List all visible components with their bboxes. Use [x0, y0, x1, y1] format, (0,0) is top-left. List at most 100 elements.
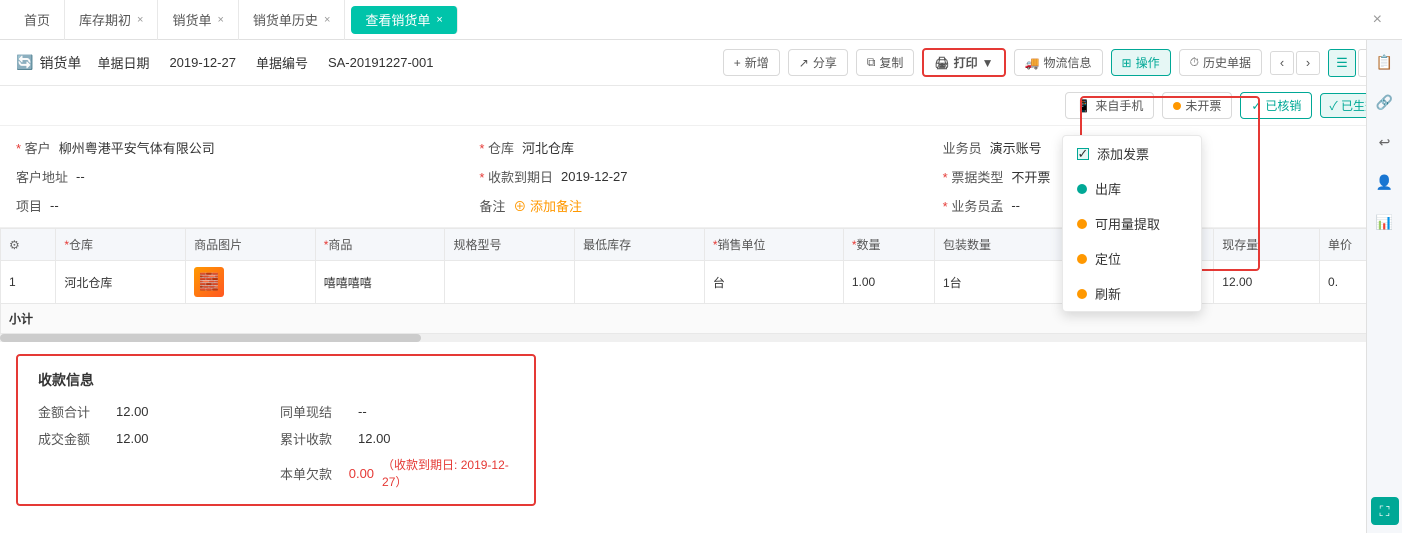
- sidebar-icon-1[interactable]: 📋: [1371, 48, 1399, 76]
- sidebar-icon-5[interactable]: 📊: [1371, 208, 1399, 236]
- confirm-label: 已核销: [1265, 97, 1301, 114]
- row-quantity: 1.00: [843, 261, 934, 304]
- print-label: 打印: [954, 54, 978, 71]
- tab-history-label: 销货单历史: [253, 10, 318, 29]
- transaction-label: 成交金额: [38, 429, 108, 448]
- not-open-label: 未开票: [1185, 97, 1221, 114]
- cumulative-value: 12.00: [358, 431, 391, 446]
- tab-sales-label: 销货单: [172, 10, 211, 29]
- salesperson-label: 业务员孟: [943, 196, 1004, 215]
- right-sidebar: 📋 🔗 ↩ 👤 📊 ⛶: [1366, 40, 1402, 533]
- col-stock-label: 现存量: [1222, 238, 1258, 252]
- col-unit: *销售单位: [704, 229, 843, 261]
- settings-icon[interactable]: ⚙: [9, 238, 20, 252]
- payment-left: 金额合计 12.00 成交金额 12.00: [38, 402, 272, 490]
- history-label: 历史单据: [1203, 54, 1251, 71]
- window-close-button[interactable]: ×: [1363, 11, 1392, 29]
- fullscreen-icon[interactable]: ⛶: [1371, 497, 1399, 525]
- sidebar-icon-2[interactable]: 🔗: [1371, 88, 1399, 116]
- note-row: 备注 ⊕ 添加备注: [479, 196, 922, 215]
- available-extract-item[interactable]: 可用量提取: [1063, 206, 1201, 241]
- col-pack-label: 包装数量: [943, 238, 991, 252]
- row-stock: 12.00: [1214, 261, 1320, 304]
- cumulative-row: 累计收款 12.00: [280, 429, 514, 448]
- from-mobile-button[interactable]: 📱 来自手机: [1065, 92, 1154, 119]
- add-note-button[interactable]: ⊕ 添加备注: [513, 196, 582, 215]
- add-invoice-icon: ✓: [1077, 148, 1089, 160]
- out-warehouse-item[interactable]: 出库: [1063, 171, 1201, 206]
- sidebar-icon-3[interactable]: ↩: [1371, 128, 1399, 156]
- customer-label: 客户: [16, 138, 51, 157]
- staff-value: 演示账号: [990, 138, 1042, 157]
- add-invoice-item[interactable]: ✓ 添加发票: [1063, 136, 1201, 171]
- project-label: 项目: [16, 196, 42, 215]
- print-icon: 🖨: [934, 56, 949, 70]
- confirm-button[interactable]: ✓ 已核销: [1240, 92, 1312, 119]
- tab-history-close[interactable]: ×: [324, 14, 330, 26]
- scroll-bar[interactable]: [0, 334, 1402, 342]
- col-qty-label: 数量: [857, 238, 881, 252]
- main-content: 🔄 销货单 单据日期 2019-12-27 单据编号 SA-20191227-0…: [0, 40, 1402, 533]
- due-amount-value: 0.00: [349, 466, 374, 481]
- copy-label: 复制: [879, 54, 903, 71]
- col-pack-qty: 包装数量: [934, 229, 1064, 261]
- salesperson-value: --: [1011, 198, 1020, 213]
- print-arrow: ▼: [982, 56, 994, 70]
- print-button[interactable]: 🖨 打印 ▼: [922, 48, 1005, 77]
- share-button[interactable]: ↗ 分享: [788, 49, 848, 76]
- tab-sales-order[interactable]: 销货单 ×: [158, 0, 238, 40]
- due-amount-label: 本单欠款: [280, 464, 341, 483]
- logistics-button[interactable]: 🚚 物流信息: [1014, 49, 1103, 76]
- tab-view-close[interactable]: ×: [436, 14, 442, 26]
- effective-check: ✓: [1329, 99, 1337, 113]
- locate-item[interactable]: 定位: [1063, 241, 1201, 276]
- number-value: SA-20191227-001: [328, 55, 434, 70]
- ticket-value: 不开票: [1011, 167, 1050, 186]
- col-spec-label: 规格型号: [453, 238, 501, 252]
- col-product-label: 商品: [328, 238, 352, 252]
- sidebar-icon-4[interactable]: 👤: [1371, 168, 1399, 196]
- tab-inventory-init[interactable]: 库存期初 ×: [65, 0, 158, 40]
- not-open-button[interactable]: 未开票: [1162, 92, 1232, 119]
- history-icon: ⏱: [1190, 55, 1199, 70]
- customer-row: 客户 柳州粤港平安气体有限公司: [16, 138, 459, 157]
- row-unit: 台: [704, 261, 843, 304]
- row-product-img: 🧱: [186, 261, 316, 304]
- doc-title: 🔄 销货单: [16, 53, 81, 73]
- not-open-dot: [1173, 102, 1181, 110]
- prev-button[interactable]: ‹: [1270, 51, 1294, 75]
- row-min-stock: [575, 261, 705, 304]
- due-date-row: 收款到期日 2019-12-27: [479, 167, 922, 186]
- grid-icon: ⊞: [1122, 56, 1132, 70]
- locate-label: 定位: [1095, 249, 1121, 268]
- history-button[interactable]: ⏱ 历史单据: [1179, 49, 1262, 76]
- scroll-thumb[interactable]: [0, 334, 421, 342]
- tab-sales-close[interactable]: ×: [217, 14, 223, 26]
- sales-icon: 🔄: [16, 54, 33, 71]
- due-date-label: 收款到期日: [479, 167, 553, 186]
- tab-sales-history[interactable]: 销货单历史 ×: [239, 0, 345, 40]
- copy-icon: ⧉: [867, 55, 876, 70]
- same-order-row: 同单现结 --: [280, 402, 514, 421]
- operations-button[interactable]: ⊞ 操作: [1111, 49, 1171, 76]
- col-img-label: 商品图片: [194, 238, 242, 252]
- address-row: 客户地址 --: [16, 167, 459, 186]
- tab-home-label: 首页: [24, 10, 50, 29]
- truck-icon: 🚚: [1025, 56, 1040, 70]
- list-view-button[interactable]: ☰: [1328, 49, 1356, 77]
- tab-home[interactable]: 首页: [10, 0, 65, 40]
- share-label: 分享: [813, 54, 837, 71]
- tab-inventory-close[interactable]: ×: [137, 14, 143, 26]
- doc-header: 🔄 销货单 单据日期 2019-12-27 单据编号 SA-20191227-0…: [0, 40, 1402, 86]
- next-button[interactable]: ›: [1296, 51, 1320, 75]
- new-icon: +: [734, 56, 741, 70]
- payment-right: 同单现结 -- 累计收款 12.00 本单欠款 0.00 （收款到期日: 201…: [280, 402, 514, 490]
- due-amount-row: 本单欠款 0.00 （收款到期日: 2019-12-27）: [280, 456, 514, 490]
- tab-view-sales[interactable]: 查看销货单 ×: [351, 6, 457, 34]
- col-gear[interactable]: ⚙: [1, 229, 56, 261]
- locate-icon: [1077, 254, 1087, 264]
- row-spec: [445, 261, 575, 304]
- new-button[interactable]: + 新增: [723, 49, 780, 76]
- refresh-item[interactable]: 刷新: [1063, 276, 1201, 311]
- copy-button[interactable]: ⧉ 复制: [856, 49, 915, 76]
